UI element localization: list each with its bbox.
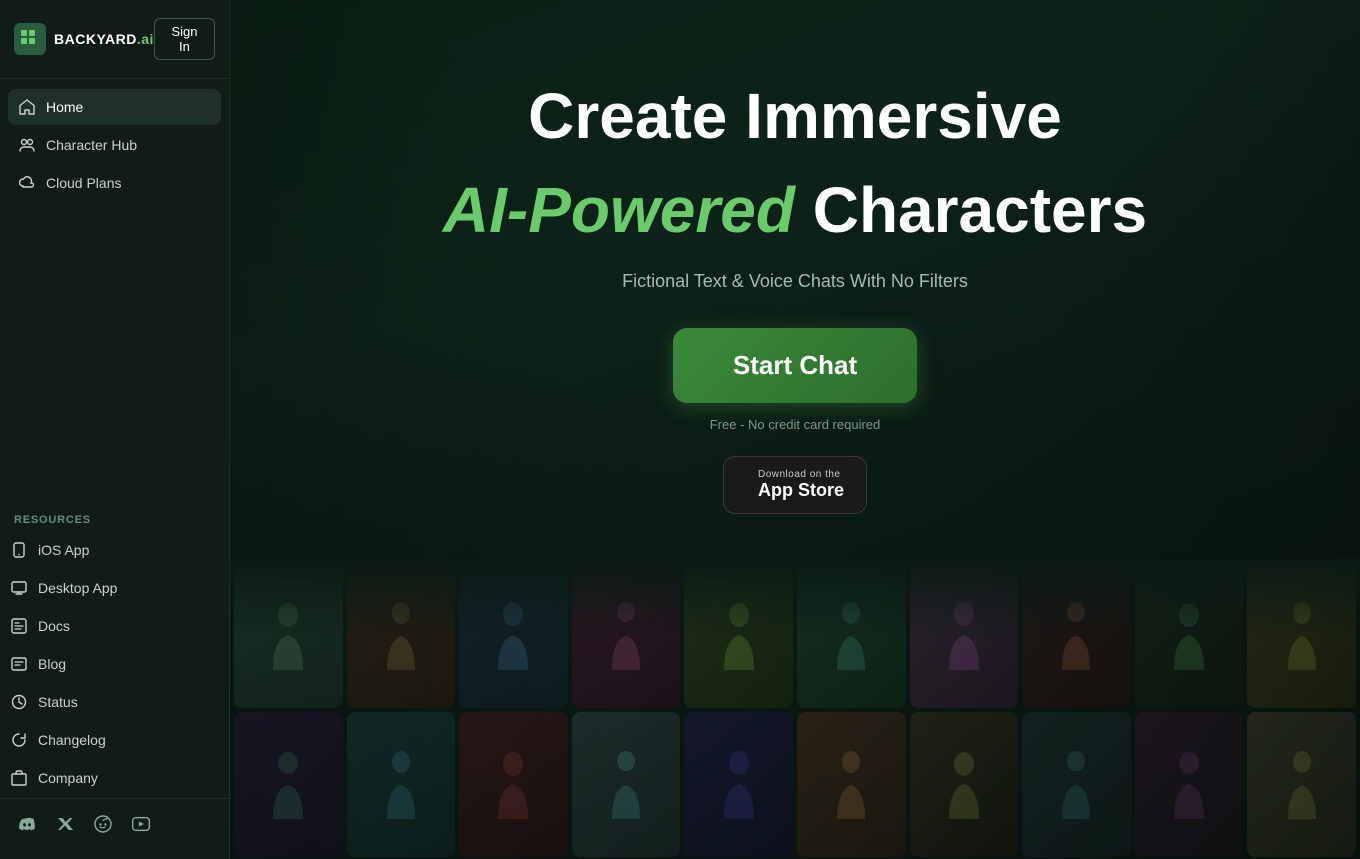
sidebar-item-character-hub[interactable]: Character Hub [8, 127, 221, 163]
sidebar-bottom: Resources iOS App Desktop App [0, 500, 229, 859]
hero-title-line1: Create Immersive [528, 80, 1062, 154]
sidebar-item-blog-label: Blog [38, 656, 66, 672]
sidebar-item-changelog-label: Changelog [38, 732, 106, 748]
char-card-14[interactable] [572, 712, 681, 857]
sidebar-item-character-hub-label: Character Hub [46, 137, 137, 153]
char-card-10[interactable] [1247, 563, 1356, 708]
char-card-1[interactable] [234, 563, 343, 708]
sidebar-nav: Home Character Hub Cloud Plans [0, 79, 229, 500]
free-label: Free - No credit card required [710, 417, 881, 432]
company-icon [10, 769, 28, 787]
sign-in-button[interactable]: Sign In [154, 18, 215, 60]
sidebar-item-desktop-app[interactable]: Desktop App [0, 570, 229, 606]
hero-characters: Characters [795, 174, 1147, 246]
twitter-icon[interactable] [54, 813, 76, 835]
sidebar-item-blog[interactable]: Blog [0, 646, 229, 682]
char-card-7[interactable] [910, 563, 1019, 708]
hero-ai-powered: AI-Powered [443, 174, 795, 246]
sidebar-item-docs[interactable]: Docs [0, 608, 229, 644]
sidebar: BACKYARD.ai Sign In Home Character Hub [0, 0, 230, 859]
resources-label: Resources [0, 500, 229, 532]
char-card-20[interactable] [1247, 712, 1356, 857]
start-chat-button[interactable]: Start Chat [673, 328, 917, 403]
char-card-18[interactable] [1022, 712, 1131, 857]
char-card-15[interactable] [684, 712, 793, 857]
reddit-icon[interactable] [92, 813, 114, 835]
app-store-big-text: App Store [758, 480, 844, 501]
sidebar-item-docs-label: Docs [38, 618, 70, 634]
sidebar-item-desktop-app-label: Desktop App [38, 580, 117, 596]
char-card-4[interactable] [572, 563, 681, 708]
app-store-small-text: Download on the [758, 469, 841, 480]
char-card-3[interactable] [459, 563, 568, 708]
character-grid [230, 559, 1360, 859]
character-grid-section [230, 559, 1360, 859]
social-icons-bar [0, 798, 229, 849]
docs-icon [10, 617, 28, 635]
sidebar-item-status[interactable]: Status [0, 684, 229, 720]
char-card-11[interactable] [234, 712, 343, 857]
youtube-icon[interactable] [130, 813, 152, 835]
char-card-17[interactable] [910, 712, 1019, 857]
status-icon [10, 693, 28, 711]
hero-section: Create Immersive AI-Powered Characters F… [230, 0, 1360, 554]
app-store-text: Download on the App Store [758, 469, 844, 501]
sidebar-item-cloud-plans[interactable]: Cloud Plans [8, 165, 221, 201]
logo-area: BACKYARD.ai [14, 23, 154, 55]
sidebar-item-ios-app-label: iOS App [38, 542, 89, 558]
sidebar-item-home-label: Home [46, 99, 83, 115]
hero-title-line2: AI-Powered Characters [443, 174, 1147, 248]
desktop-app-icon [10, 579, 28, 597]
char-card-6[interactable] [797, 563, 906, 708]
char-card-8[interactable] [1022, 563, 1131, 708]
char-card-13[interactable] [459, 712, 568, 857]
sidebar-item-company-label: Company [38, 770, 98, 786]
character-hub-icon [18, 136, 36, 154]
sidebar-item-changelog[interactable]: Changelog [0, 722, 229, 758]
logo-text: BACKYARD.ai [54, 31, 154, 47]
char-card-16[interactable] [797, 712, 906, 857]
cloud-plans-icon [18, 174, 36, 192]
sidebar-item-status-label: Status [38, 694, 78, 710]
char-card-5[interactable] [684, 563, 793, 708]
char-card-2[interactable] [347, 563, 456, 708]
blog-icon [10, 655, 28, 673]
discord-icon[interactable] [16, 813, 38, 835]
hero-subtitle: Fictional Text & Voice Chats With No Fil… [622, 271, 968, 292]
char-card-19[interactable] [1135, 712, 1244, 857]
sidebar-item-cloud-plans-label: Cloud Plans [46, 175, 122, 191]
sidebar-header: BACKYARD.ai Sign In [0, 0, 229, 79]
sidebar-item-ios-app[interactable]: iOS App [0, 532, 229, 568]
main-content: Create Immersive AI-Powered Characters F… [230, 0, 1360, 859]
sidebar-item-company[interactable]: Company [0, 760, 229, 796]
changelog-icon [10, 731, 28, 749]
sidebar-item-home[interactable]: Home [8, 89, 221, 125]
char-card-12[interactable] [347, 712, 456, 857]
logo-icon [14, 23, 46, 55]
home-icon [18, 98, 36, 116]
app-store-button[interactable]: Download on the App Store [723, 456, 867, 514]
char-card-9[interactable] [1135, 563, 1244, 708]
ios-app-icon [10, 541, 28, 559]
